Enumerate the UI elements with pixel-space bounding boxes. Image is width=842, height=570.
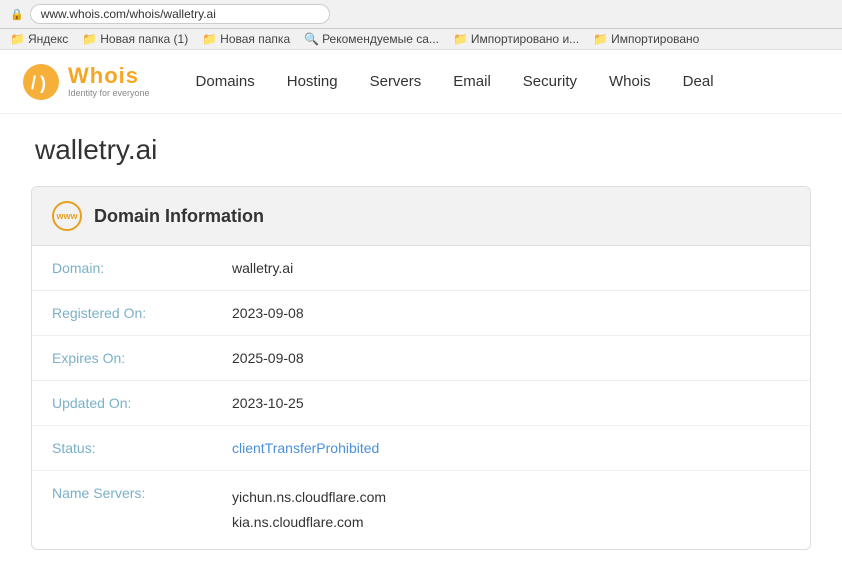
bookmark-label: Новая папка: [220, 32, 290, 46]
logo-tagline: Identity for everyone: [68, 89, 150, 98]
bookmarks-bar: 📁 Яндекс 📁 Новая папка (1) 📁 Новая папка…: [0, 29, 842, 50]
nav-link-email[interactable]: Email: [437, 51, 507, 112]
folder-icon: 📁: [202, 32, 217, 46]
nav-link-hosting[interactable]: Hosting: [271, 51, 354, 112]
row-value-expires: 2025-09-08: [212, 336, 810, 381]
nav-link-domains[interactable]: Domains: [180, 51, 271, 112]
bookmark-label: Импортировано: [611, 32, 699, 46]
nav-item-email[interactable]: Email: [437, 51, 507, 112]
bookmark-imported2[interactable]: 📁 Импортировано: [593, 32, 699, 46]
row-value-updated: 2023-10-25: [212, 381, 810, 426]
nameserver-1: yichun.ns.cloudflare.com: [232, 485, 790, 510]
nameserver-2: kia.ns.cloudflare.com: [232, 510, 790, 535]
table-row: Domain: walletry.ai: [32, 246, 810, 291]
card-title: Domain Information: [94, 206, 264, 227]
table-row: Registered On: 2023-09-08: [32, 291, 810, 336]
nav-links: Domains Hosting Servers Email Security W…: [180, 51, 730, 112]
bookmark-search[interactable]: 🔍 Рекомендуемые са...: [304, 32, 439, 46]
logo-whois-text: Whois: [68, 65, 150, 87]
domain-title: walletry.ai: [31, 134, 811, 166]
bookmark-label: Импортировано и...: [471, 32, 579, 46]
bookmark-label: Яндекс: [28, 32, 68, 46]
row-label-nameservers: Name Servers:: [32, 471, 212, 550]
www-icon: www: [52, 201, 82, 231]
status-link[interactable]: clientTransferProhibited: [232, 440, 379, 456]
main-content: walletry.ai www Domain Information Domai…: [11, 134, 831, 550]
site-nav: / ) Whois Identity for everyone Domains …: [0, 50, 842, 114]
nav-link-deal[interactable]: Deal: [667, 51, 730, 112]
logo-text-area: Whois Identity for everyone: [68, 65, 150, 98]
bookmark-folder2[interactable]: 📁 Новая папка: [202, 32, 290, 46]
nav-item-deal[interactable]: Deal: [667, 51, 730, 112]
bookmark-folder1[interactable]: 📁 Новая папка (1): [82, 32, 188, 46]
nav-link-whois[interactable]: Whois: [593, 51, 667, 112]
row-value-domain: walletry.ai: [212, 246, 810, 291]
table-row: Updated On: 2023-10-25: [32, 381, 810, 426]
nav-item-domains[interactable]: Domains: [180, 51, 271, 112]
logo-icon: / ): [20, 61, 62, 103]
card-header: www Domain Information: [32, 187, 810, 246]
table-row: Expires On: 2025-09-08: [32, 336, 810, 381]
row-label-status: Status:: [32, 426, 212, 471]
row-label-expires: Expires On:: [32, 336, 212, 381]
row-label-updated: Updated On:: [32, 381, 212, 426]
domain-info-card: www Domain Information Domain: walletry.…: [31, 186, 811, 550]
nav-item-hosting[interactable]: Hosting: [271, 51, 354, 112]
row-value-registered: 2023-09-08: [212, 291, 810, 336]
folder-icon: 📁: [10, 32, 25, 46]
table-row: Name Servers: yichun.ns.cloudflare.com k…: [32, 471, 810, 550]
nav-link-security[interactable]: Security: [507, 51, 593, 112]
search-icon: 🔍: [304, 32, 319, 46]
row-label-registered: Registered On:: [32, 291, 212, 336]
bookmark-yandex[interactable]: 📁 Яндекс: [10, 32, 68, 46]
nav-item-whois[interactable]: Whois: [593, 51, 667, 112]
folder-icon: 📁: [453, 32, 468, 46]
nav-item-security[interactable]: Security: [507, 51, 593, 112]
nav-link-servers[interactable]: Servers: [354, 51, 438, 112]
bookmark-imported1[interactable]: 📁 Импортировано и...: [453, 32, 579, 46]
lock-icon: 🔒: [10, 8, 24, 21]
row-label-domain: Domain:: [32, 246, 212, 291]
bookmark-label: Рекомендуемые са...: [322, 32, 439, 46]
folder-icon: 📁: [593, 32, 608, 46]
url-bar[interactable]: www.whois.com/whois/walletry.ai: [30, 4, 330, 24]
svg-text:/: /: [31, 73, 36, 93]
browser-bar: 🔒 www.whois.com/whois/walletry.ai: [0, 0, 842, 29]
row-value-nameservers: yichun.ns.cloudflare.com kia.ns.cloudfla…: [212, 471, 810, 550]
folder-icon: 📁: [82, 32, 97, 46]
svg-text:): ): [40, 73, 46, 93]
info-table: Domain: walletry.ai Registered On: 2023-…: [32, 246, 810, 549]
row-value-status: clientTransferProhibited: [212, 426, 810, 471]
bookmark-label: Новая папка (1): [100, 32, 188, 46]
logo[interactable]: / ) Whois Identity for everyone: [20, 61, 150, 103]
nav-item-servers[interactable]: Servers: [354, 51, 438, 112]
table-row: Status: clientTransferProhibited: [32, 426, 810, 471]
